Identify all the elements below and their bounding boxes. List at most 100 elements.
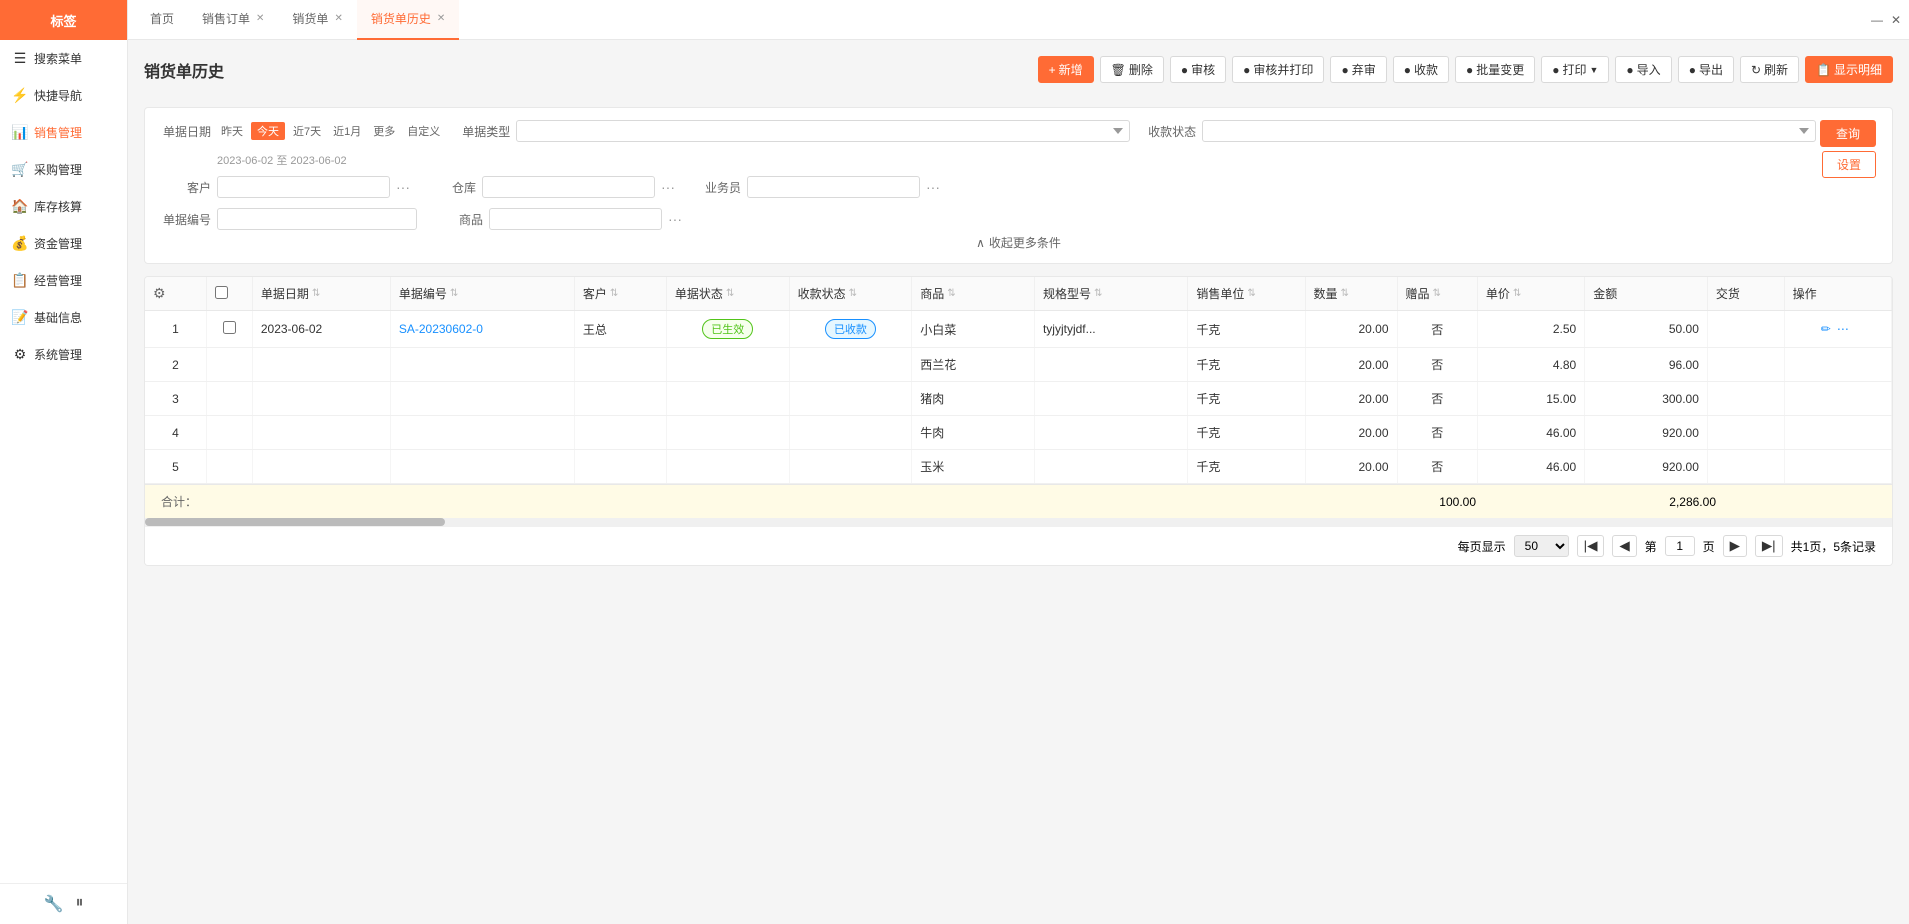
tab-sales-delivery-close[interactable]: ✕ [334,13,342,24]
th-code[interactable]: 单据编号 ⇅ [390,277,574,311]
set-button[interactable]: 设置 [1822,151,1876,178]
next-page-button[interactable]: ▶ [1723,535,1747,557]
customer-label: 客户 [161,179,211,196]
cell-checkbox[interactable] [206,450,252,484]
import-button[interactable]: ● 导入 [1615,56,1671,83]
date-tag-yesterday[interactable]: 昨天 [217,122,247,140]
tab-sales-history[interactable]: 销货单历史 ✕ [357,0,459,40]
edit-action[interactable]: ✏ [1821,322,1831,336]
tab-sales-order-close[interactable]: ✕ [256,13,264,24]
export-icon: ● [1689,63,1696,77]
new-button[interactable]: + 新增 [1038,56,1094,83]
audit-button[interactable]: ● 审核 [1170,56,1226,83]
docno-input[interactable] [217,208,417,230]
date-tag-7days[interactable]: 近7天 [289,122,325,140]
sidebar-settings-icon[interactable]: 🔧 [44,894,64,914]
tab-sales-history-close[interactable]: ✕ [437,13,445,24]
th-goods-sort[interactable]: 商品 ⇅ [920,285,1026,302]
collapse-button[interactable]: ∧ 收起更多条件 [161,234,1876,251]
cell-checkbox[interactable] [206,311,252,348]
goods-dots-button[interactable]: ··· [668,211,682,227]
cell-date [252,348,390,382]
prev-page-button[interactable]: ◀ [1612,535,1636,557]
cell-checkbox[interactable] [206,416,252,450]
th-code-sort[interactable]: 单据编号 ⇅ [399,285,566,302]
th-doc-status[interactable]: 单据状态 ⇅ [666,277,789,311]
sidebar-item-search-menu[interactable]: ☰ 搜索菜单 [0,40,127,77]
more-action[interactable]: ⋯ [1837,322,1849,336]
sidebar-collapse-icon[interactable]: ⏸ [75,894,83,914]
doc-code-link[interactable]: SA-20230602-0 [399,322,483,336]
refresh-button[interactable]: ↻ 刷新 [1740,56,1799,83]
window-close-icon[interactable]: ✕ [1891,13,1901,27]
warehouse-input[interactable] [482,176,655,198]
first-page-button[interactable]: |◀ [1577,535,1605,557]
abandon-button[interactable]: ● 弃审 [1330,56,1386,83]
sidebar-item-label: 采购管理 [34,161,82,178]
date-tag-more[interactable]: 更多 [369,122,399,140]
salesperson-dots-button[interactable]: ··· [926,179,940,195]
th-unit[interactable]: 销售单位 ⇅ [1188,277,1305,311]
th-date-sort[interactable]: 单据日期 ⇅ [261,285,382,302]
th-checkbox[interactable] [206,277,252,311]
th-spec[interactable]: 规格型号 ⇅ [1034,277,1187,311]
sidebar-item-inventory[interactable]: 🏠 库存核算 [0,188,127,225]
sidebar-item-sales-mgmt[interactable]: 📊 销售管理 [0,114,127,151]
goods-input[interactable] [489,208,662,230]
current-page-input[interactable] [1665,536,1695,556]
title-toolbar-row: 销货单历史 + 新增 🗑 删除 ● 审核 ● 审核并打印 [144,56,1893,95]
th-unit-sort[interactable]: 销售单位 ⇅ [1196,285,1296,302]
th-spec-sort[interactable]: 规格型号 ⇅ [1043,285,1179,302]
audit-print-button[interactable]: ● 审核并打印 [1232,56,1324,83]
print-button[interactable]: ● 打印 ▼ [1541,56,1609,83]
date-tag-1month[interactable]: 近1月 [329,122,365,140]
doctype-select[interactable] [516,120,1130,142]
th-paystatus-sort[interactable]: 收款状态 ⇅ [798,285,904,302]
th-settings[interactable]: ⚙ [145,277,206,311]
tab-home[interactable]: 首页 [136,0,188,40]
sidebar-item-finance[interactable]: 💰 资金管理 [0,225,127,262]
row-checkbox[interactable] [223,321,236,334]
sidebar-item-quick-nav[interactable]: ⚡ 快捷导航 [0,77,127,114]
delete-button[interactable]: 🗑 删除 [1100,56,1164,83]
customer-input[interactable] [217,176,390,198]
th-gift[interactable]: 赠品 ⇅ [1397,277,1477,311]
last-page-button[interactable]: ▶| [1755,535,1783,557]
date-tag-today[interactable]: 今天 [251,122,285,140]
receive-button[interactable]: ● 收款 [1393,56,1449,83]
paystatus-select[interactable] [1202,120,1816,142]
th-qty-sort[interactable]: 数量 ⇅ [1314,285,1389,302]
query-button[interactable]: 查询 [1820,120,1876,147]
table-settings-icon[interactable]: ⚙ [153,285,166,301]
th-customer[interactable]: 客户 ⇅ [574,277,666,311]
th-docstatus-sort[interactable]: 单据状态 ⇅ [675,285,781,302]
th-pay-status[interactable]: 收款状态 ⇅ [789,277,912,311]
customer-dots-button[interactable]: ··· [396,179,410,195]
sidebar-item-operation[interactable]: 📋 经营管理 [0,262,127,299]
sidebar-item-purchase-mgmt[interactable]: 🛒 采购管理 [0,151,127,188]
th-qty[interactable]: 数量 ⇅ [1305,277,1397,311]
th-goods[interactable]: 商品 ⇅ [912,277,1035,311]
cell-checkbox[interactable] [206,348,252,382]
tab-sales-order[interactable]: 销售订单 ✕ [188,0,278,40]
th-price[interactable]: 单价 ⇅ [1477,277,1584,311]
th-price-sort[interactable]: 单价 ⇅ [1486,285,1576,302]
warehouse-dots-button[interactable]: ··· [661,179,675,195]
salesperson-input[interactable] [747,176,920,198]
cell-checkbox[interactable] [206,382,252,416]
th-customer-sort[interactable]: 客户 ⇅ [583,285,658,302]
th-date[interactable]: 单据日期 ⇅ [252,277,390,311]
tab-sales-delivery[interactable]: 销货单 ✕ [278,0,356,40]
window-minimize-icon[interactable]: — [1871,13,1883,27]
horizontal-scrollbar[interactable] [145,518,1892,526]
date-tag-custom[interactable]: 自定义 [403,122,444,140]
show-detail-button[interactable]: 📋 显示明细 [1805,56,1893,83]
select-all-checkbox[interactable] [215,286,228,299]
th-gift-sort[interactable]: 赠品 ⇅ [1406,285,1469,302]
batch-change-button[interactable]: ● 批量变更 [1455,56,1535,83]
page-size-select[interactable]: 50 10 20 100 [1514,535,1569,557]
cell-unit: 千克 [1188,348,1305,382]
sidebar-item-system-mgmt[interactable]: ⚙ 系统管理 [0,336,127,373]
sidebar-item-basic-info[interactable]: 📝 基础信息 [0,299,127,336]
export-button[interactable]: ● 导出 [1678,56,1734,83]
